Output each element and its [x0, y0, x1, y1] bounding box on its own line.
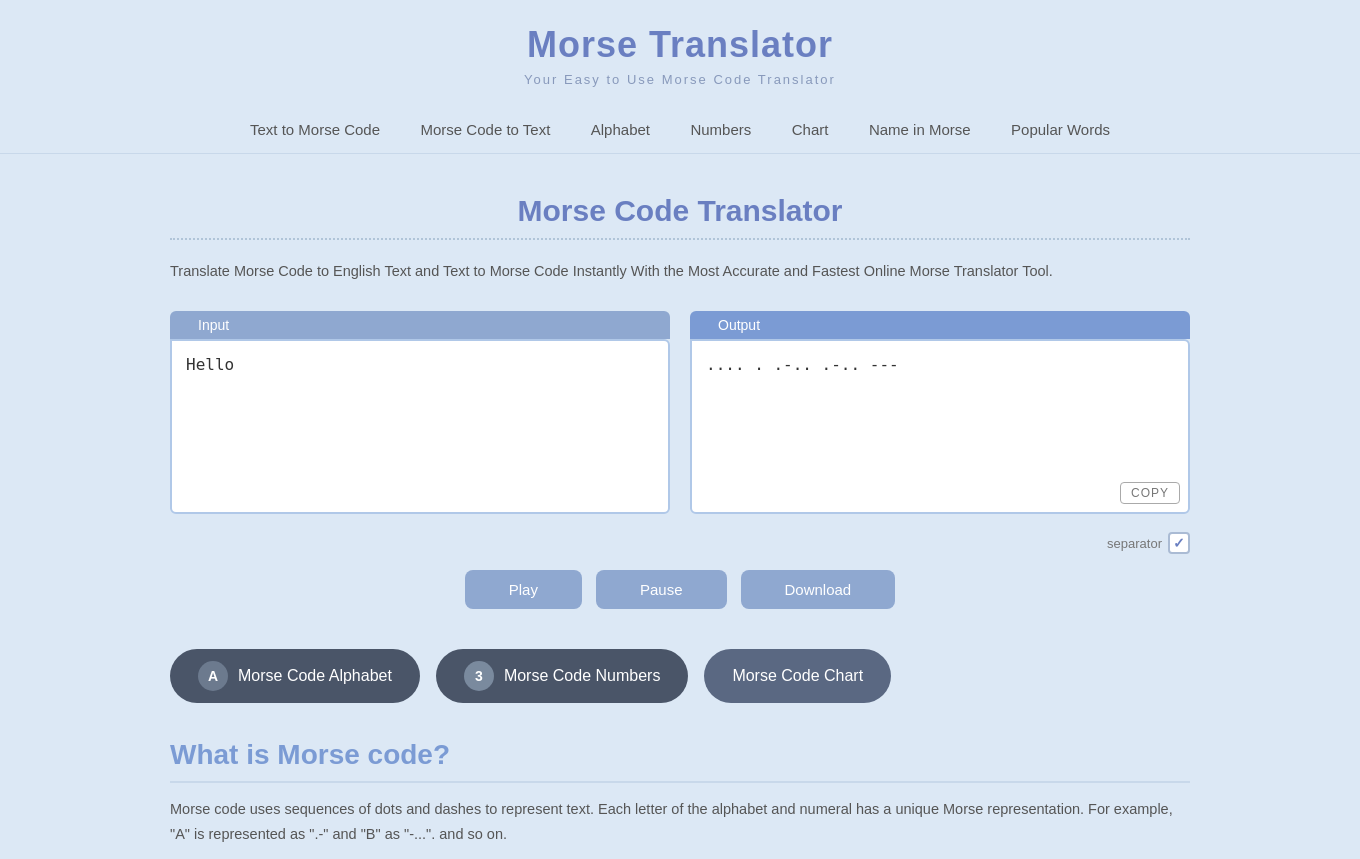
nav-numbers[interactable]: Numbers: [690, 121, 751, 138]
translator-area: Input Output COPY: [170, 311, 1190, 514]
category-buttons: A Morse Code Alphabet 3 Morse Code Numbe…: [170, 649, 1190, 703]
page-title: Morse Code Translator: [170, 194, 1190, 228]
numbers-category-label: Morse Code Numbers: [504, 667, 661, 685]
site-title: Morse Translator: [0, 24, 1360, 66]
input-section: Input: [170, 311, 670, 514]
what-is-text: Morse code uses sequences of dots and da…: [170, 797, 1190, 846]
output-label: Output: [690, 311, 1190, 339]
main-content: Morse Code Translator Translate Morse Co…: [150, 154, 1210, 859]
output-textarea: [690, 339, 1190, 514]
input-textarea[interactable]: [170, 339, 670, 514]
site-header: Morse Translator Your Easy to Use Morse …: [0, 0, 1360, 87]
output-section: Output COPY: [690, 311, 1190, 514]
nav-chart[interactable]: Chart: [792, 121, 829, 138]
numbers-icon: 3: [464, 661, 494, 691]
alphabet-icon: A: [198, 661, 228, 691]
download-button[interactable]: Download: [741, 570, 896, 609]
copy-button[interactable]: COPY: [1120, 482, 1180, 504]
pause-button[interactable]: Pause: [596, 570, 727, 609]
nav-popular-words[interactable]: Popular Words: [1011, 121, 1110, 138]
separator-row: separator ✓: [170, 532, 1190, 554]
nav-morse-to-text[interactable]: Morse Code to Text: [421, 121, 551, 138]
alphabet-category-button[interactable]: A Morse Code Alphabet: [170, 649, 420, 703]
site-subtitle: Your Easy to Use Morse Code Translator: [0, 72, 1360, 87]
nav-text-to-morse[interactable]: Text to Morse Code: [250, 121, 380, 138]
input-label: Input: [170, 311, 670, 339]
play-button[interactable]: Play: [465, 570, 582, 609]
section-divider: [170, 238, 1190, 240]
action-buttons: Play Pause Download: [170, 570, 1190, 609]
chart-category-label: Morse Code Chart: [732, 667, 863, 685]
numbers-category-button[interactable]: 3 Morse Code Numbers: [436, 649, 689, 703]
page-description: Translate Morse Code to English Text and…: [170, 260, 1190, 283]
what-is-section: What is Morse code? Morse code uses sequ…: [170, 739, 1190, 846]
chart-category-button[interactable]: Morse Code Chart: [704, 649, 891, 703]
nav-alphabet[interactable]: Alphabet: [591, 121, 650, 138]
nav-name-in-morse[interactable]: Name in Morse: [869, 121, 971, 138]
main-nav: Text to Morse Code Morse Code to Text Al…: [0, 107, 1360, 154]
separator-label: separator: [1107, 536, 1162, 551]
what-is-title: What is Morse code?: [170, 739, 1190, 783]
check-mark-icon: ✓: [1173, 535, 1185, 551]
separator-checkbox[interactable]: ✓: [1168, 532, 1190, 554]
alphabet-category-label: Morse Code Alphabet: [238, 667, 392, 685]
